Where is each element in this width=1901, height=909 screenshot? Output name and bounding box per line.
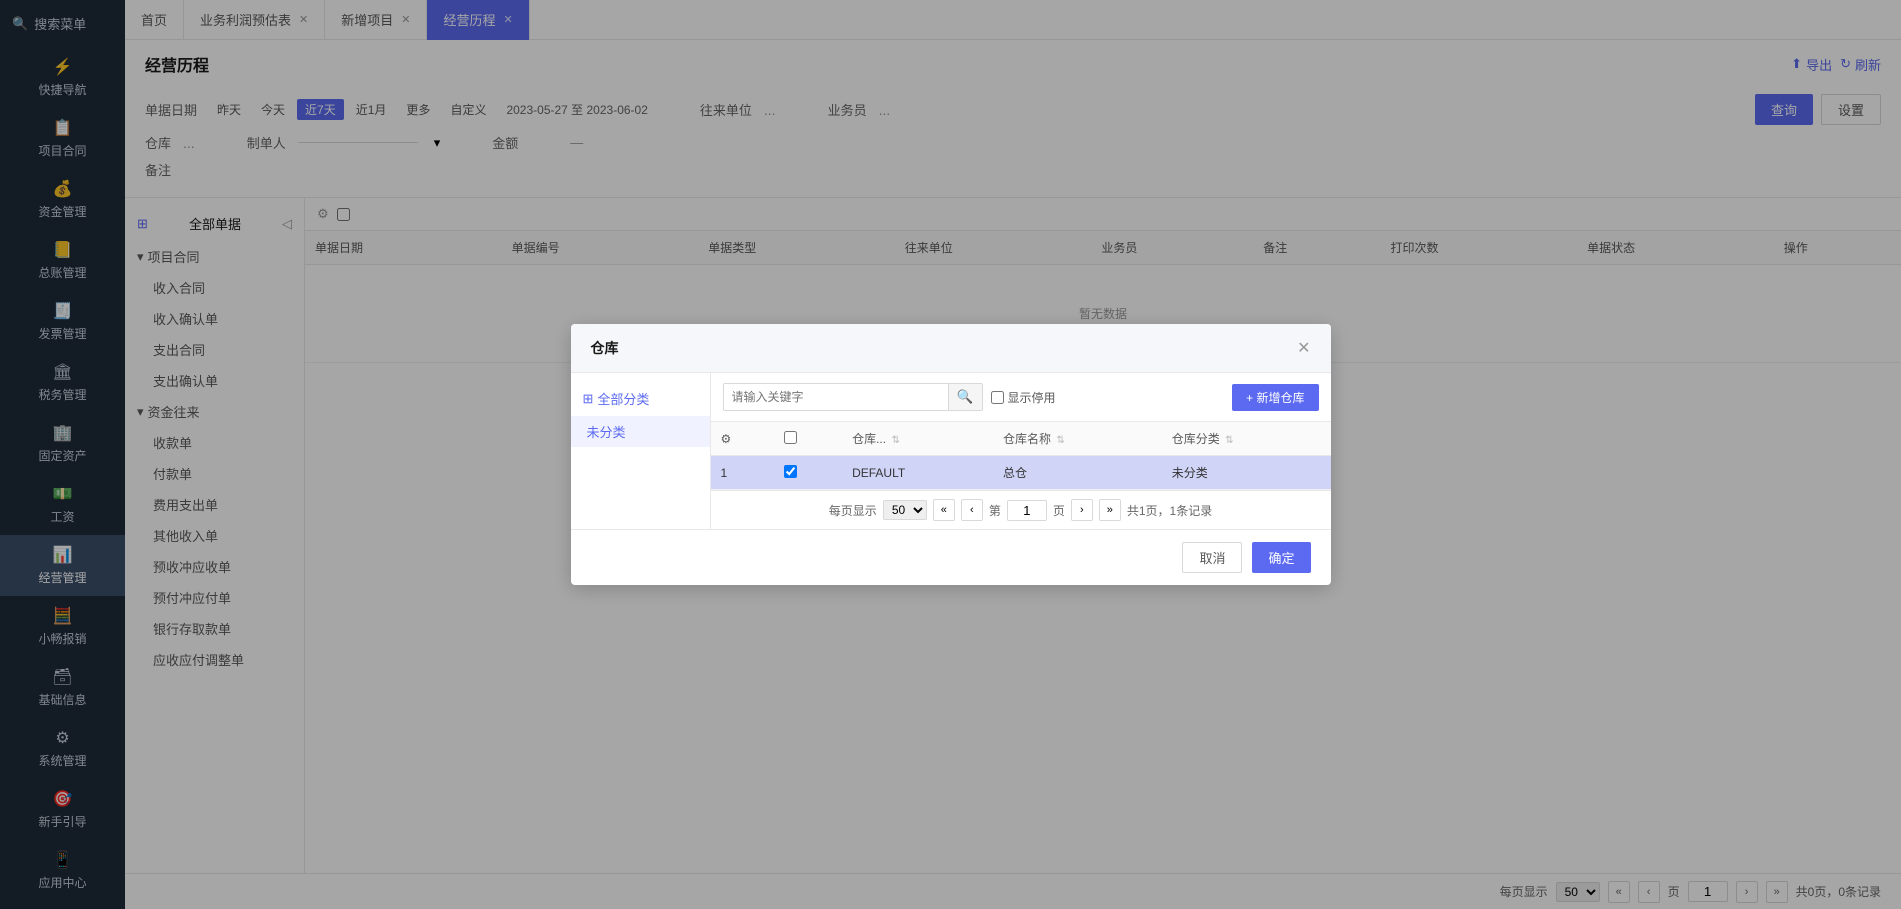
row-checkbox[interactable] bbox=[784, 465, 797, 478]
modal-toolbar: 🔍 显示停用 + 新增仓库 bbox=[711, 373, 1331, 422]
modal-close-button[interactable]: ✕ bbox=[1297, 338, 1310, 358]
modal-confirm-button[interactable]: 确定 bbox=[1252, 542, 1310, 573]
show-disabled-label[interactable]: 显示停用 bbox=[991, 389, 1056, 406]
modal-title: 仓库 bbox=[591, 338, 619, 358]
modal-pagination: 每页显示 50 « ‹ 第 页 › » 共1页，1条记录 bbox=[711, 490, 1331, 529]
modal-prev-page[interactable]: ‹ bbox=[961, 499, 983, 521]
modal-left-item-unclassified[interactable]: 未分类 bbox=[571, 416, 710, 447]
modal-page-prefix: 第 bbox=[989, 502, 1001, 519]
modal-next-page[interactable]: › bbox=[1071, 499, 1093, 521]
modal-page-size-label: 每页显示 bbox=[829, 502, 877, 519]
modal-cancel-button[interactable]: 取消 bbox=[1182, 542, 1242, 573]
modal-col-checkbox bbox=[774, 422, 842, 456]
row-cell-id: 1 bbox=[711, 456, 774, 490]
row-cell-category: 未分类 bbox=[1162, 456, 1331, 490]
modal-search-input[interactable] bbox=[724, 385, 948, 409]
modal-footer-actions: 取消 确定 bbox=[571, 529, 1331, 585]
modal-total: 共1页，1条记录 bbox=[1127, 502, 1212, 519]
modal-search-button[interactable]: 🔍 bbox=[948, 384, 982, 410]
modal-col-code: 仓库... ⇅ bbox=[842, 422, 993, 456]
modal-select-all[interactable] bbox=[784, 431, 797, 444]
modal-header: 仓库 ✕ bbox=[571, 324, 1331, 373]
warehouse-modal: 仓库 ✕ ⊞ 全部分类 未分类 🔍 bbox=[571, 324, 1331, 585]
modal-col-settings: ⚙ bbox=[711, 422, 774, 456]
add-warehouse-button[interactable]: + 新增仓库 bbox=[1232, 384, 1318, 411]
row-cell-code: DEFAULT bbox=[842, 456, 993, 490]
modal-left-panel: ⊞ 全部分类 未分类 bbox=[571, 373, 711, 529]
modal-table-area: ⚙ 仓库... ⇅ 仓库名称 ⇅ bbox=[711, 422, 1331, 490]
modal-page-size-select[interactable]: 50 bbox=[883, 500, 927, 520]
show-disabled-checkbox[interactable] bbox=[991, 391, 1004, 404]
modal-right-panel: 🔍 显示停用 + 新增仓库 ⚙ bbox=[711, 373, 1331, 529]
modal-body: ⊞ 全部分类 未分类 🔍 显示停用 bbox=[571, 373, 1331, 529]
grid-icon: ⊞ bbox=[583, 391, 594, 407]
modal-left-header[interactable]: ⊞ 全部分类 bbox=[571, 381, 710, 416]
modal-search-box: 🔍 bbox=[723, 383, 983, 411]
modal-col-name: 仓库名称 ⇅ bbox=[993, 422, 1162, 456]
table-row[interactable]: 1 DEFAULT 总仓 未分类 bbox=[711, 456, 1331, 490]
modal-table: ⚙ 仓库... ⇅ 仓库名称 ⇅ bbox=[711, 422, 1331, 490]
row-cell-name: 总仓 bbox=[993, 456, 1162, 490]
modal-page-label: 页 bbox=[1053, 502, 1065, 519]
modal-last-page[interactable]: » bbox=[1099, 499, 1121, 521]
modal-left-unclassified-label: 未分类 bbox=[587, 425, 626, 440]
modal-first-page[interactable]: « bbox=[933, 499, 955, 521]
modal-page-input[interactable] bbox=[1007, 500, 1047, 521]
modal-col-category: 仓库分类 ⇅ bbox=[1162, 422, 1331, 456]
modal-overlay: 仓库 ✕ ⊞ 全部分类 未分类 🔍 bbox=[0, 0, 1901, 909]
modal-left-all-label: 全部分类 bbox=[597, 389, 649, 408]
row-cell-checkbox bbox=[774, 456, 842, 490]
